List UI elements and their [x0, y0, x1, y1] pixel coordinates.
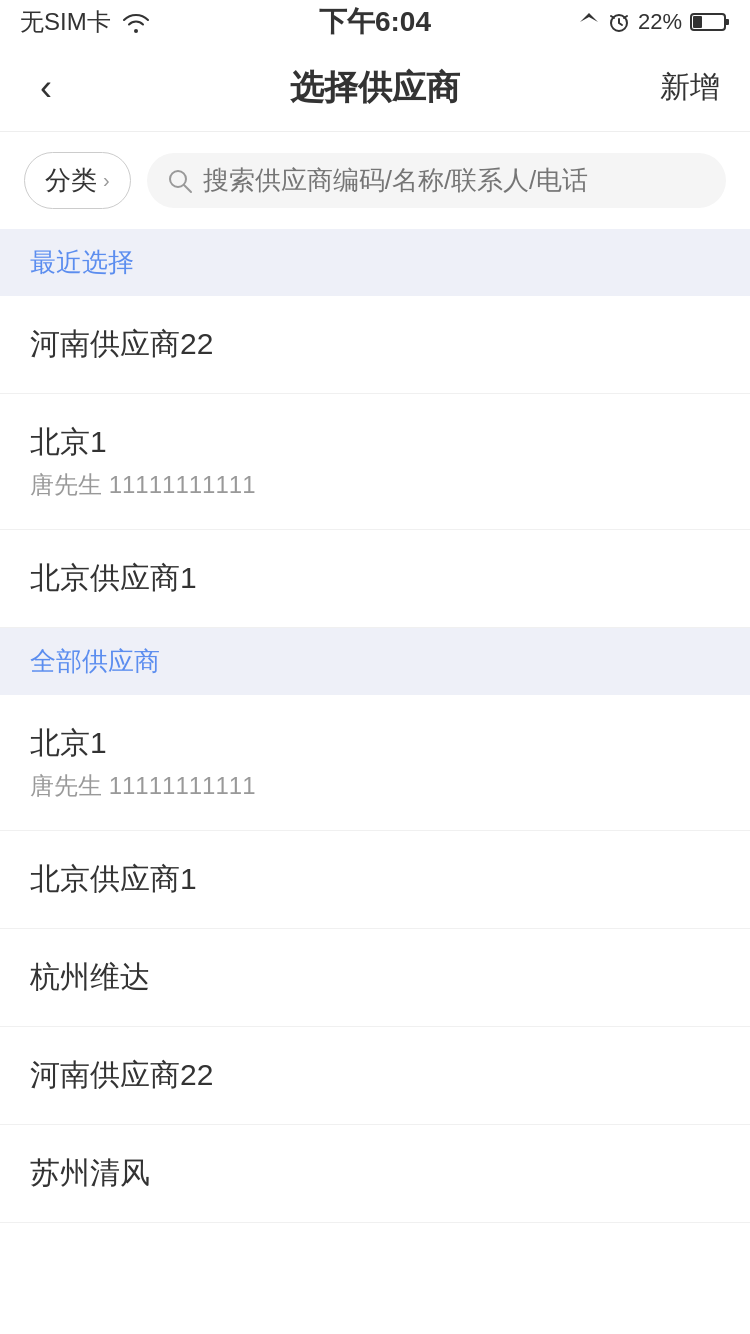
carrier-text: 无SIM卡: [20, 6, 111, 38]
item-contact: 唐先生 11111111111: [30, 770, 720, 802]
recent-section-header: 最近选择: [0, 229, 750, 296]
list-item[interactable]: 北京供应商1: [0, 530, 750, 628]
add-button[interactable]: 新增: [660, 67, 720, 108]
item-name: 河南供应商22: [30, 324, 720, 365]
filter-row: 分类 ›: [0, 132, 750, 229]
all-section-label: 全部供应商: [30, 646, 160, 676]
search-input[interactable]: [203, 165, 706, 196]
status-time: 下午6:04: [319, 3, 431, 41]
item-name: 杭州维达: [30, 957, 720, 998]
alarm-icon: [608, 11, 630, 33]
nav-bar: ‹ 选择供应商 新增: [0, 44, 750, 132]
category-button[interactable]: 分类 ›: [24, 152, 131, 209]
location-icon: [578, 11, 600, 33]
svg-line-5: [184, 185, 191, 192]
item-name: 河南供应商22: [30, 1055, 720, 1096]
item-name: 北京供应商1: [30, 558, 720, 599]
list-item[interactable]: 苏州清风: [0, 1125, 750, 1223]
list-item[interactable]: 杭州维达: [0, 929, 750, 1027]
page-title: 选择供应商: [290, 65, 460, 111]
list-item[interactable]: 北京供应商1: [0, 831, 750, 929]
recent-section-label: 最近选择: [30, 247, 134, 277]
wifi-icon: [121, 11, 151, 33]
all-section-header: 全部供应商: [0, 628, 750, 695]
list-item[interactable]: 河南供应商22: [0, 296, 750, 394]
status-right: 22%: [578, 9, 730, 35]
list-item[interactable]: 北京1 唐先生 11111111111: [0, 394, 750, 530]
item-name: 苏州清风: [30, 1153, 720, 1194]
battery-text: 22%: [638, 9, 682, 35]
back-button[interactable]: ‹: [30, 57, 62, 119]
recent-list: 河南供应商22 北京1 唐先生 11111111111 北京供应商1: [0, 296, 750, 628]
svg-rect-2: [725, 19, 729, 25]
search-box: [147, 153, 726, 208]
all-list: 北京1 唐先生 11111111111 北京供应商1 杭州维达河南供应商22 苏州清…: [0, 695, 750, 1223]
search-icon: [167, 168, 193, 194]
battery-icon: [690, 11, 730, 33]
item-name: 北京1: [30, 422, 720, 463]
svg-rect-3: [693, 16, 702, 28]
category-label: 分类: [45, 163, 97, 198]
item-contact: 唐先生 11111111111: [30, 469, 720, 501]
item-name: 北京1: [30, 723, 720, 764]
chevron-right-icon: ›: [103, 169, 110, 192]
list-item[interactable]: 河南供应商22: [0, 1027, 750, 1125]
status-bar: 无SIM卡 下午6:04 22%: [0, 0, 750, 44]
status-left: 无SIM卡: [20, 6, 151, 38]
list-item[interactable]: 北京1 唐先生 11111111111: [0, 695, 750, 831]
item-name: 北京供应商1: [30, 859, 720, 900]
